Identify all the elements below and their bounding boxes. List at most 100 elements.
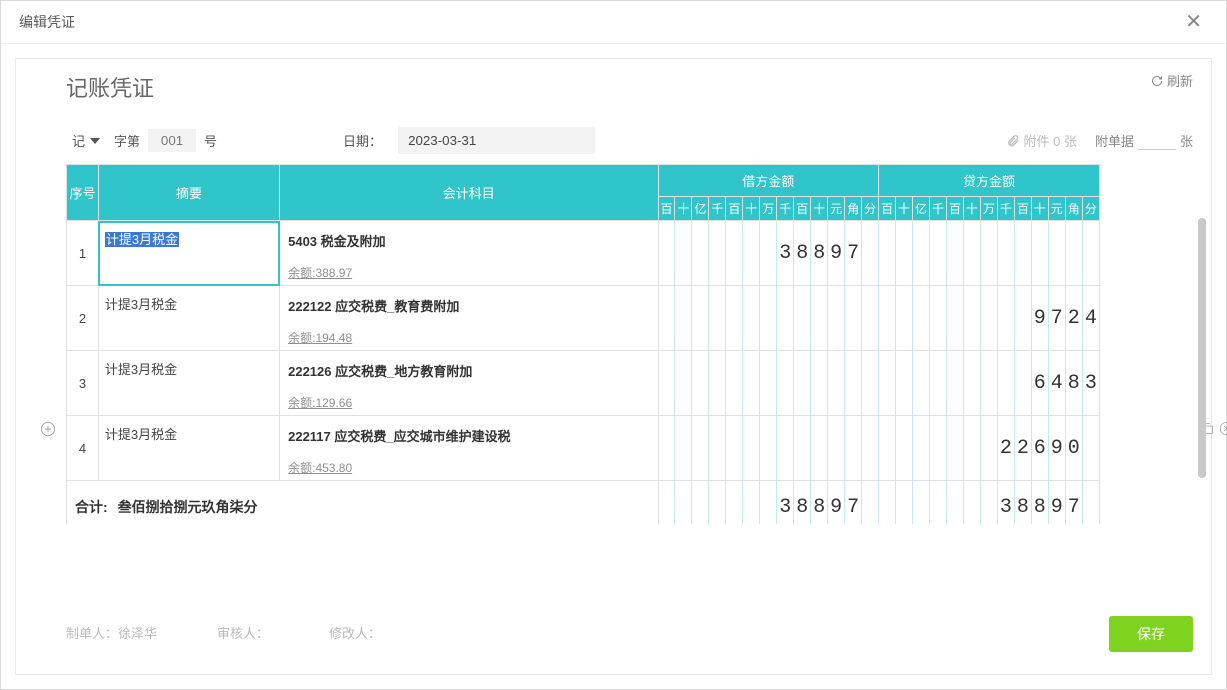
- credit-digit[interactable]: [946, 286, 963, 351]
- attachment-link[interactable]: 附件 0 张: [1006, 131, 1077, 150]
- debit-digit[interactable]: 8: [794, 221, 811, 286]
- credit-digit[interactable]: 6: [1031, 351, 1048, 416]
- credit-digit[interactable]: [1065, 221, 1082, 286]
- credit-digit[interactable]: 2: [1065, 286, 1082, 351]
- save-button[interactable]: 保存: [1109, 616, 1193, 652]
- summary-cell[interactable]: 计提3月税金: [98, 351, 279, 416]
- debit-digit[interactable]: [828, 286, 845, 351]
- debit-digit[interactable]: [675, 286, 692, 351]
- debit-digit[interactable]: [658, 351, 675, 416]
- credit-digit[interactable]: 2: [997, 416, 1014, 481]
- debit-digit[interactable]: [760, 351, 777, 416]
- credit-digit[interactable]: 9: [1031, 286, 1048, 351]
- credit-digit[interactable]: [963, 416, 980, 481]
- debit-digit[interactable]: [726, 221, 743, 286]
- debit-digit[interactable]: [828, 351, 845, 416]
- debit-digit[interactable]: [658, 286, 675, 351]
- credit-digit[interactable]: 2: [1014, 416, 1031, 481]
- credit-digit[interactable]: [963, 351, 980, 416]
- credit-digit[interactable]: [980, 221, 997, 286]
- subject-cell[interactable]: 222122 应交税费_教育费附加余额:194.48: [280, 286, 658, 351]
- scrollbar-thumb[interactable]: [1198, 218, 1206, 478]
- debit-digit[interactable]: [658, 416, 675, 481]
- debit-digit[interactable]: [726, 416, 743, 481]
- debit-digit[interactable]: 7: [845, 221, 862, 286]
- credit-digit[interactable]: [997, 351, 1014, 416]
- debit-digit[interactable]: [675, 221, 692, 286]
- debit-digit[interactable]: [743, 286, 760, 351]
- credit-digit[interactable]: [1014, 351, 1031, 416]
- debit-digit[interactable]: [743, 221, 760, 286]
- debit-digit[interactable]: [709, 351, 726, 416]
- table-row[interactable]: 4计提3月税金222117 应交税费_应交城市维护建设税余额:453.80226…: [67, 416, 1100, 481]
- credit-digit[interactable]: 3: [1082, 351, 1099, 416]
- credit-digit[interactable]: [997, 221, 1014, 286]
- credit-digit[interactable]: [997, 286, 1014, 351]
- credit-digit[interactable]: 4: [1048, 351, 1065, 416]
- credit-digit[interactable]: 0: [1065, 416, 1082, 481]
- debit-digit[interactable]: [709, 416, 726, 481]
- annex-count-input[interactable]: [1138, 132, 1176, 150]
- debit-digit[interactable]: [811, 351, 828, 416]
- credit-digit[interactable]: [1031, 221, 1048, 286]
- debit-digit[interactable]: [692, 221, 709, 286]
- debit-digit[interactable]: [658, 221, 675, 286]
- table-row[interactable]: 3计提3月税金222126 应交税费_地方教育附加余额:129.666483: [67, 351, 1100, 416]
- date-input[interactable]: [398, 127, 595, 154]
- debit-digit[interactable]: 3: [777, 221, 794, 286]
- credit-digit[interactable]: [1048, 221, 1065, 286]
- debit-digit[interactable]: [862, 286, 879, 351]
- voucher-number-input[interactable]: [148, 129, 196, 152]
- credit-digit[interactable]: [930, 351, 947, 416]
- debit-digit[interactable]: [811, 286, 828, 351]
- debit-digit[interactable]: [760, 286, 777, 351]
- subject-cell[interactable]: 5403 税金及附加余额:388.97: [280, 221, 658, 286]
- debit-digit[interactable]: [862, 416, 879, 481]
- credit-digit[interactable]: 8: [1065, 351, 1082, 416]
- debit-digit[interactable]: [675, 351, 692, 416]
- subject-cell[interactable]: 222126 应交税费_地方教育附加余额:129.66: [280, 351, 658, 416]
- debit-digit[interactable]: [828, 416, 845, 481]
- credit-digit[interactable]: [980, 416, 997, 481]
- credit-digit[interactable]: [879, 416, 896, 481]
- credit-digit[interactable]: [930, 416, 947, 481]
- debit-digit[interactable]: [862, 221, 879, 286]
- debit-digit[interactable]: [845, 416, 862, 481]
- credit-digit[interactable]: [946, 221, 963, 286]
- debit-digit[interactable]: [726, 351, 743, 416]
- credit-digit[interactable]: [980, 351, 997, 416]
- credit-digit[interactable]: [896, 351, 913, 416]
- credit-digit[interactable]: [963, 286, 980, 351]
- credit-digit[interactable]: 7: [1048, 286, 1065, 351]
- debit-digit[interactable]: [760, 416, 777, 481]
- credit-digit[interactable]: [1082, 416, 1099, 481]
- debit-digit[interactable]: [777, 416, 794, 481]
- debit-digit[interactable]: [862, 351, 879, 416]
- credit-digit[interactable]: [963, 221, 980, 286]
- debit-digit[interactable]: 8: [811, 221, 828, 286]
- credit-digit[interactable]: [879, 221, 896, 286]
- credit-digit[interactable]: [896, 286, 913, 351]
- credit-digit[interactable]: [913, 221, 930, 286]
- summary-cell[interactable]: 计提3月税金: [98, 221, 279, 286]
- add-row-button[interactable]: [34, 421, 62, 437]
- table-row[interactable]: 1计提3月税金5403 税金及附加余额:388.9738897: [67, 221, 1100, 286]
- credit-digit[interactable]: 6: [1031, 416, 1048, 481]
- credit-digit[interactable]: [980, 286, 997, 351]
- debit-digit[interactable]: [692, 416, 709, 481]
- debit-digit[interactable]: [743, 416, 760, 481]
- credit-digit[interactable]: [930, 221, 947, 286]
- credit-digit[interactable]: [913, 351, 930, 416]
- credit-digit[interactable]: [1014, 286, 1031, 351]
- close-button[interactable]: ✕: [1179, 11, 1208, 33]
- subject-cell[interactable]: 222117 应交税费_应交城市维护建设税余额:453.80: [280, 416, 658, 481]
- debit-digit[interactable]: [794, 351, 811, 416]
- credit-digit[interactable]: [946, 416, 963, 481]
- table-row[interactable]: 2计提3月税金222122 应交税费_教育费附加余额:194.489724: [67, 286, 1100, 351]
- credit-digit[interactable]: [879, 286, 896, 351]
- credit-digit[interactable]: [913, 286, 930, 351]
- credit-digit[interactable]: [896, 416, 913, 481]
- debit-digit[interactable]: [845, 286, 862, 351]
- debit-digit[interactable]: [743, 351, 760, 416]
- debit-digit[interactable]: [692, 286, 709, 351]
